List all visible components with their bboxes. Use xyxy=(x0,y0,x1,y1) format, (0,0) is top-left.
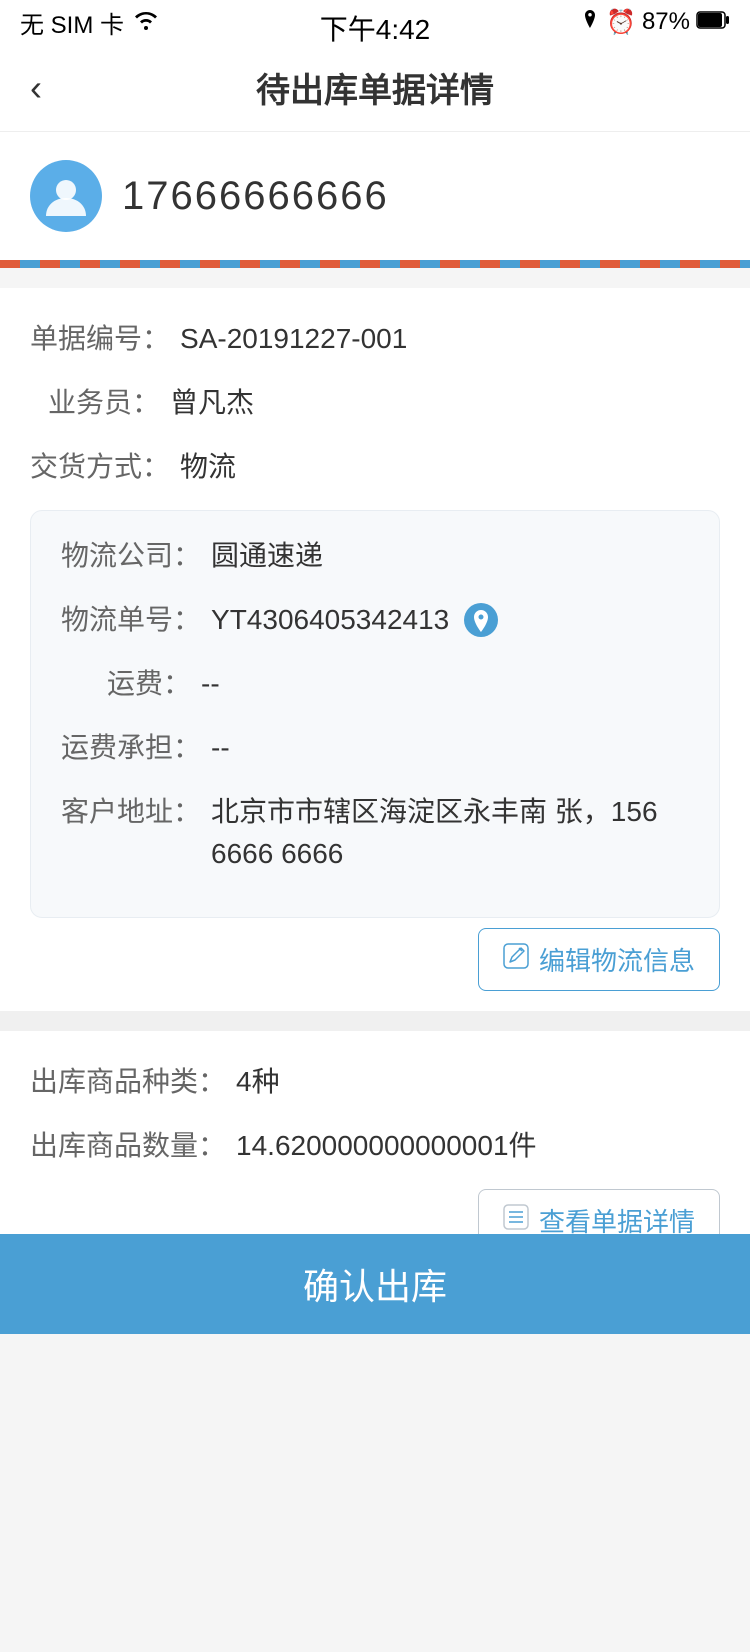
status-right: ⏰ 87% xyxy=(580,8,730,37)
battery-icon xyxy=(696,8,730,36)
sales-person-value: 曾凡杰 xyxy=(170,382,720,424)
user-section: 17666666666 xyxy=(0,132,750,260)
logistics-company-value: 圆通速递 xyxy=(211,535,689,577)
dashed-divider xyxy=(0,260,750,268)
confirm-button[interactable]: 确认出库 xyxy=(0,1234,750,1334)
battery-label: 87% xyxy=(642,8,690,36)
back-button[interactable]: ‹ xyxy=(30,67,90,109)
logistics-card: 物流公司： 圆通速递 物流单号： YT43064053424​13 运费： xyxy=(30,510,720,918)
edit-icon xyxy=(503,943,529,976)
delivery-method-label: 交货方式： xyxy=(30,446,180,488)
sales-person-row: 业务员： 曾凡杰 xyxy=(30,382,720,424)
tracking-no-value: YT43064053424​13 xyxy=(211,599,689,641)
freight-value: -- xyxy=(201,663,689,705)
confirm-label: 确认出库 xyxy=(303,1258,447,1310)
product-types-value: 4种 xyxy=(236,1061,720,1103)
logistics-company-label: 物流公司： xyxy=(61,535,211,577)
product-quantity-row: 出库商品数量： 14.620000000000001件 xyxy=(30,1125,720,1167)
section-divider xyxy=(0,1011,750,1031)
status-bar: 无 SIM 卡 下午4:42 ⏰ 87% xyxy=(0,0,750,44)
edit-logistics-button[interactable]: 编辑物流信息 xyxy=(478,928,720,991)
address-label: 客户地址： xyxy=(61,791,211,833)
alarm-icon: ⏰ xyxy=(606,8,636,37)
tracking-no-row: 物流单号： YT43064053424​13 xyxy=(61,599,689,641)
tracking-location-icon[interactable] xyxy=(463,602,499,638)
logistics-company-row: 物流公司： 圆通速递 xyxy=(61,535,689,577)
carrier-label: 无 SIM 卡 xyxy=(20,5,124,40)
delivery-method-row: 交货方式： 物流 xyxy=(30,446,720,488)
nav-title: 待出库单据详情 xyxy=(256,63,494,112)
edit-logistics-label: 编辑物流信息 xyxy=(539,941,695,978)
status-left: 无 SIM 卡 xyxy=(20,5,160,40)
sales-person-label: 业务员： xyxy=(30,382,170,424)
delivery-method-value: 物流 xyxy=(180,446,720,488)
wifi-icon xyxy=(132,8,160,36)
freight-label: 运费： xyxy=(61,663,201,705)
address-row: 客户地址： 北京市市辖区海淀区永丰南 张，156 6666 6666 xyxy=(61,791,689,875)
freight-row: 运费： -- xyxy=(61,663,689,705)
freight-bear-value: -- xyxy=(211,727,689,769)
order-info-section: 单据编号： SA-20191227-001 业务员： 曾凡杰 交货方式： 物流 … xyxy=(0,288,750,1011)
edit-logistics-section: 编辑物流信息 xyxy=(30,928,720,991)
product-quantity-value: 14.620000000000001件 xyxy=(236,1125,720,1167)
freight-bear-row: 运费承担： -- xyxy=(61,727,689,769)
order-no-row: 单据编号： SA-20191227-001 xyxy=(30,318,720,360)
freight-bear-label: 运费承担： xyxy=(61,727,211,769)
tracking-no-label: 物流单号： xyxy=(61,599,211,641)
product-quantity-label: 出库商品数量： xyxy=(30,1125,236,1167)
status-time: 下午4:42 xyxy=(320,8,431,48)
location-status-icon xyxy=(580,8,600,36)
address-value: 北京市市辖区海淀区永丰南 张，156 6666 6666 xyxy=(211,791,689,875)
product-types-row: 出库商品种类： 4种 xyxy=(30,1061,720,1103)
user-avatar xyxy=(30,160,102,232)
nav-bar: ‹ 待出库单据详情 xyxy=(0,44,750,132)
order-no-label: 单据编号： xyxy=(30,318,180,360)
product-types-label: 出库商品种类： xyxy=(30,1061,236,1103)
detail-icon xyxy=(503,1204,529,1237)
user-phone: 17666666666 xyxy=(122,174,389,219)
order-no-value: SA-20191227-001 xyxy=(180,318,720,360)
